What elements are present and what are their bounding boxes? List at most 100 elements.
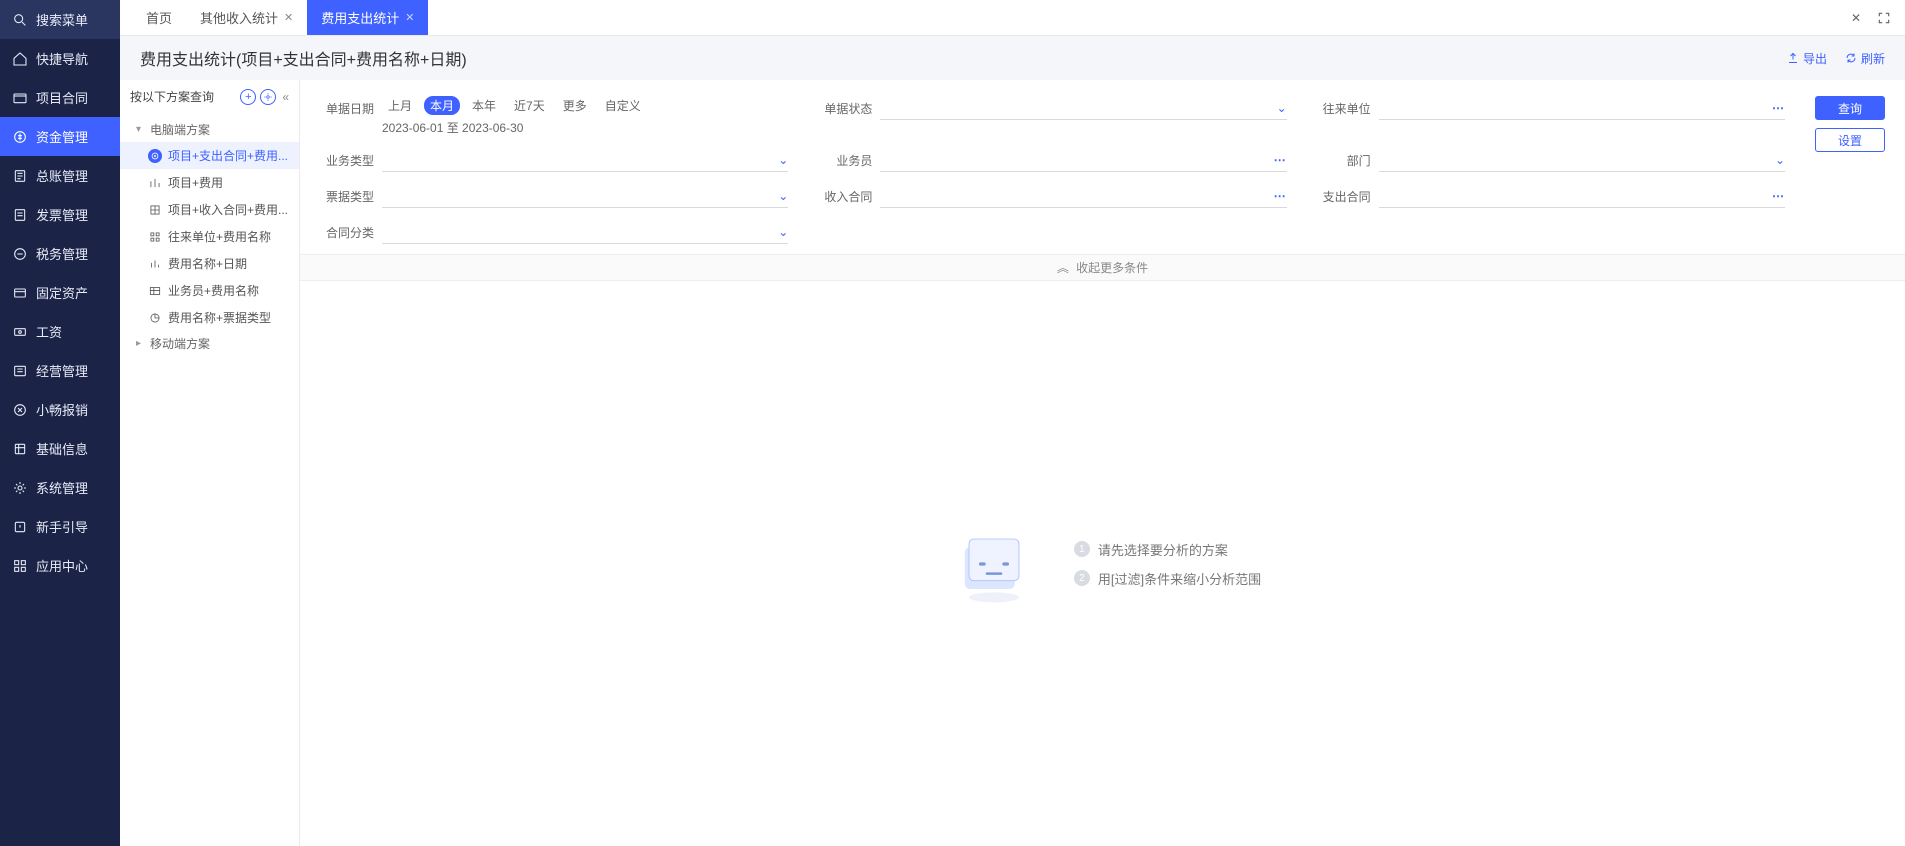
date-opt-prev-month[interactable]: 上月 <box>382 96 418 115</box>
group-label: 移动端方案 <box>150 335 210 352</box>
sidebar-item-salary[interactable]: 工资 <box>0 312 120 351</box>
expense-contract-input[interactable]: ⋯ <box>1379 184 1785 208</box>
sidebar-item-ledger[interactable]: 总账管理 <box>0 156 120 195</box>
close-icon[interactable]: ✕ <box>405 11 414 24</box>
dept-select[interactable]: ⌄ <box>1379 148 1785 172</box>
date-opt-this-year[interactable]: 本年 <box>466 96 502 115</box>
date-range: 2023-06-01 至 2023-06-30 <box>382 119 788 136</box>
date-opt-more[interactable]: 更多 <box>557 96 593 115</box>
query-button[interactable]: 查询 <box>1815 96 1885 120</box>
field-expense-contract: 支出合同 ⋯ <box>1317 184 1785 208</box>
status-select[interactable]: ⌄ <box>880 96 1286 120</box>
sidebar-item-reimb[interactable]: 小畅报销 <box>0 390 120 429</box>
scheme-title: 按以下方案查询 <box>130 88 214 105</box>
collapse-panel-button[interactable]: « <box>282 90 289 104</box>
empty-step-2: 2 用[过滤]条件来缩小分析范围 <box>1074 569 1261 588</box>
settings-button[interactable]: 设置 <box>1815 128 1885 152</box>
sidebar-item-funds[interactable]: 资金管理 <box>0 117 120 156</box>
sidebar-item-project[interactable]: 项目合同 <box>0 78 120 117</box>
tab-home[interactable]: 首页 <box>132 0 186 35</box>
tree-item-6[interactable]: 费用名称+票据类型 <box>120 304 299 331</box>
money-icon <box>12 129 28 145</box>
body: 按以下方案查询 + « ▾ 电脑端方案 项目+支出合同+费用... <box>120 80 1905 846</box>
tree-item-2[interactable]: 项目+收入合同+费用... <box>120 196 299 223</box>
tab-expense-stat[interactable]: 费用支出统计 ✕ <box>307 0 428 35</box>
item-label: 项目+收入合同+费用... <box>168 201 288 218</box>
ledger-icon <box>12 168 28 184</box>
close-icon[interactable]: ✕ <box>284 11 293 24</box>
sidebar-item-home[interactable]: 快捷导航 <box>0 39 120 78</box>
tree-item-4[interactable]: 费用名称+日期 <box>120 250 299 277</box>
group-label: 电脑端方案 <box>150 121 210 138</box>
date-opt-7days[interactable]: 近7天 <box>508 96 551 115</box>
tree-item-0[interactable]: 项目+支出合同+费用... <box>120 142 299 169</box>
tree-item-3[interactable]: 往来单位+费用名称 <box>120 223 299 250</box>
home-icon <box>12 51 28 67</box>
sidebar-label: 发票管理 <box>36 205 88 224</box>
search-icon <box>12 12 28 28</box>
field-clerk: 业务员 ⋯ <box>818 148 1286 172</box>
empty-illustration <box>944 514 1044 614</box>
add-scheme-button[interactable]: + <box>240 89 256 105</box>
chevron-down-icon: ⌄ <box>778 189 788 203</box>
clerk-input[interactable]: ⋯ <box>880 148 1286 172</box>
sidebar-item-asset[interactable]: 固定资产 <box>0 273 120 312</box>
label: 收入合同 <box>818 184 872 205</box>
bill-type-select[interactable]: ⌄ <box>382 184 788 208</box>
income-contract-input[interactable]: ⋯ <box>880 184 1286 208</box>
fullscreen-button[interactable] <box>1875 9 1893 27</box>
tree-group-desktop[interactable]: ▾ 电脑端方案 <box>120 117 299 142</box>
base-icon <box>12 441 28 457</box>
asset-icon <box>12 285 28 301</box>
export-button[interactable]: 导出 <box>1787 50 1827 67</box>
sidebar-item-app[interactable]: 应用中心 <box>0 546 120 585</box>
label: 部门 <box>1317 148 1371 169</box>
date-opt-custom[interactable]: 自定义 <box>599 96 647 115</box>
label: 单据日期 <box>320 96 374 117</box>
refresh-button[interactable]: 刷新 <box>1845 50 1885 67</box>
field-biz-type: 业务类型 ⌄ <box>320 148 788 172</box>
date-opt-this-month[interactable]: 本月 <box>424 96 460 115</box>
sidebar-item-base[interactable]: 基础信息 <box>0 429 120 468</box>
partner-input[interactable]: ⋯ <box>1379 96 1785 120</box>
chart-icon <box>148 176 162 190</box>
refresh-label: 刷新 <box>1861 50 1885 67</box>
scheme-settings-button[interactable] <box>260 89 276 105</box>
biz-type-select[interactable]: ⌄ <box>382 148 788 172</box>
page-title: 费用支出统计(项目+支出合同+费用名称+日期) <box>140 46 467 70</box>
field-contract-class: 合同分类 ⌄ <box>320 220 788 244</box>
sidebar-item-biz[interactable]: 经营管理 <box>0 351 120 390</box>
tree-item-1[interactable]: 项目+费用 <box>120 169 299 196</box>
tab-other-income[interactable]: 其他收入统计 ✕ <box>186 0 307 35</box>
close-all-button[interactable]: ✕ <box>1847 9 1865 27</box>
sidebar-item-system[interactable]: 系统管理 <box>0 468 120 507</box>
label: 合同分类 <box>320 220 374 241</box>
target-icon <box>148 149 162 163</box>
sidebar-item-invoice[interactable]: 发票管理 <box>0 195 120 234</box>
biz-icon <box>12 363 28 379</box>
scheme-panel: 按以下方案查询 + « ▾ 电脑端方案 项目+支出合同+费用... <box>120 80 300 846</box>
invoice-icon <box>12 207 28 223</box>
collapse-filters-button[interactable]: ︽ 收起更多条件 <box>300 254 1905 281</box>
sidebar-item-search[interactable]: 搜索菜单 <box>0 0 120 39</box>
empty-steps: 1 请先选择要分析的方案 2 用[过滤]条件来缩小分析范围 <box>1074 540 1261 588</box>
tree-group-mobile[interactable]: ▸ 移动端方案 <box>120 331 299 356</box>
sidebar-label: 总账管理 <box>36 166 88 185</box>
date-opts: 上月 本月 本年 近7天 更多 自定义 <box>382 96 788 115</box>
sidebar-label: 工资 <box>36 322 62 341</box>
label: 业务员 <box>818 148 872 169</box>
sidebar-item-guide[interactable]: 新手引导 <box>0 507 120 546</box>
sidebar-label: 系统管理 <box>36 478 88 497</box>
sidebar-label: 新手引导 <box>36 517 88 536</box>
sidebar-label: 固定资产 <box>36 283 88 302</box>
scheme-header: 按以下方案查询 + « <box>120 80 299 113</box>
tree-item-5[interactable]: 业务员+费用名称 <box>120 277 299 304</box>
contract-class-select[interactable]: ⌄ <box>382 220 788 244</box>
more-icon: ⋯ <box>1274 153 1287 167</box>
sidebar-item-tax[interactable]: 税务管理 <box>0 234 120 273</box>
export-label: 导出 <box>1803 50 1827 67</box>
step-text: 请先选择要分析的方案 <box>1098 540 1228 559</box>
settings-label: 设置 <box>1838 132 1862 149</box>
system-icon <box>12 480 28 496</box>
sidebar-label: 资金管理 <box>36 127 88 146</box>
